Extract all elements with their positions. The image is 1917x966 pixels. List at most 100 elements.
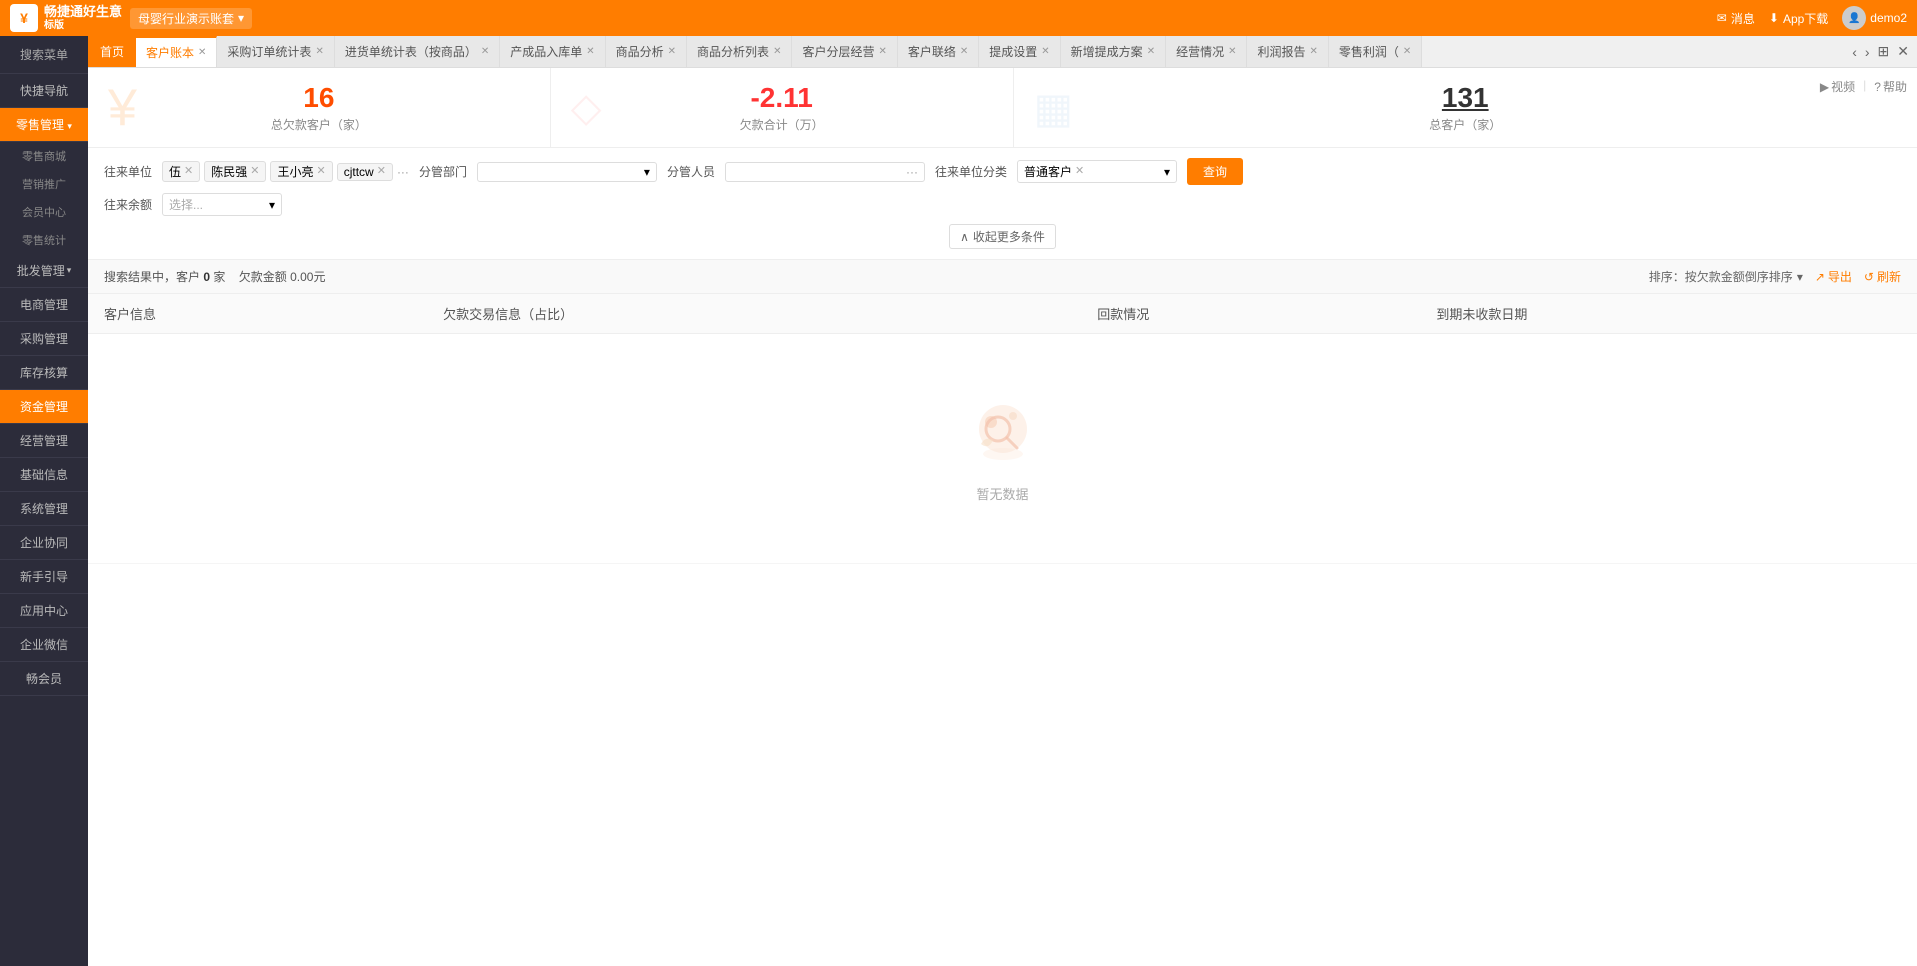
- tab-close-new-promo-plan[interactable]: ✕: [1147, 46, 1155, 57]
- tab-product-analysis-list[interactable]: 商品分析列表 ✕: [687, 36, 792, 68]
- remove-tag-unit2[interactable]: ✕: [250, 166, 259, 177]
- sidebar-item-purchase-mgmt[interactable]: 采购管理: [0, 322, 88, 356]
- tab-close-retail-profit[interactable]: ✕: [1403, 46, 1411, 57]
- sidebar-item-system-mgmt[interactable]: 系统管理: [0, 492, 88, 526]
- chevron-down-icon: ▾: [238, 11, 244, 25]
- sidebar-item-enterprise-collab[interactable]: 企业协同: [0, 526, 88, 560]
- filter-more-units[interactable]: ···: [397, 165, 409, 179]
- sort-label: 排序：按欠款金额倒序排序: [1649, 268, 1793, 285]
- tab-close-customer-account[interactable]: ✕: [198, 47, 206, 58]
- remove-tag-unit1[interactable]: ✕: [184, 166, 193, 177]
- remove-tag-unit4[interactable]: ✕: [377, 166, 386, 177]
- export-btn[interactable]: ↗ 导出: [1815, 268, 1852, 285]
- tab-new-promo-plan[interactable]: 新增提成方案 ✕: [1061, 36, 1166, 68]
- app-download-btn[interactable]: ⬇ App下载: [1769, 10, 1828, 27]
- person-filter-dots[interactable]: ···: [906, 165, 918, 179]
- query-button[interactable]: 查询: [1187, 158, 1243, 185]
- sidebar-item-retail-mgmt[interactable]: 零售管理 ▾: [0, 108, 88, 142]
- results-actions: 排序：按欠款金额倒序排序 ▾ ↗ 导出 ↺ 刷新: [1649, 268, 1901, 285]
- balance-filter-select[interactable]: 选择... ▾: [162, 193, 282, 216]
- tab-promotion-settings[interactable]: 提成设置 ✕: [979, 36, 1060, 68]
- tab-close-product-inbound[interactable]: ✕: [586, 46, 594, 57]
- person-filter-select[interactable]: ···: [725, 162, 925, 182]
- sidebar-item-wholesale-mgmt[interactable]: 批发管理 ▾: [0, 254, 88, 288]
- tab-retail-profit[interactable]: 零售利润（ ✕: [1329, 36, 1422, 68]
- sidebar-item-basic-info[interactable]: 基础信息: [0, 458, 88, 492]
- filter-tag-unit4[interactable]: cjttcw ✕: [337, 163, 393, 181]
- tab-product-inbound[interactable]: 产成品入库单 ✕: [500, 36, 605, 68]
- remove-tag-unit3[interactable]: ✕: [317, 166, 326, 177]
- sidebar-item-member-center[interactable]: 会员中心: [0, 198, 88, 226]
- sidebar-item-enterprise-wechat[interactable]: 企业微信: [0, 628, 88, 662]
- tab-close-profit-report[interactable]: ✕: [1310, 46, 1318, 57]
- tab-close-all-btn[interactable]: ✕: [1895, 41, 1911, 62]
- sidebar-item-marketing[interactable]: 营销推广: [0, 170, 88, 198]
- tab-close-customer-segment[interactable]: ✕: [878, 46, 886, 57]
- sidebar-item-new-guide[interactable]: 新手引导: [0, 560, 88, 594]
- top-bar: ¥ 畅捷通好生意 标版 母婴行业演示账套 ▾ ✉ 消息 ⬇ App下载 👤 de…: [0, 0, 1917, 36]
- sidebar-item-app-center[interactable]: 应用中心: [0, 594, 88, 628]
- message-btn[interactable]: ✉ 消息: [1717, 10, 1755, 27]
- refresh-btn[interactable]: ↺ 刷新: [1864, 268, 1901, 285]
- dept-filter-select[interactable]: ▾: [477, 162, 657, 182]
- filter-tag-unit1[interactable]: 伍 ✕: [162, 161, 200, 182]
- person-filter-label: 分管人员: [667, 163, 715, 180]
- tab-bar: 首页 客户账本 ✕ 采购订单统计表 ✕ 进货单统计表（按商品） ✕ 产成品入库单…: [88, 36, 1917, 68]
- table-header: 客户信息 欠款交易信息（占比） 回款情况 到期未收款日期: [88, 294, 1917, 334]
- help-icon: ?: [1874, 80, 1881, 94]
- sidebar-item-ops-mgmt[interactable]: 经营管理: [0, 424, 88, 458]
- sidebar-item-ecommerce-mgmt[interactable]: 电商管理: [0, 288, 88, 322]
- sidebar-item-search-menu[interactable]: 搜索菜单: [0, 36, 88, 74]
- tab-product-analysis[interactable]: 商品分析 ✕: [606, 36, 687, 68]
- filter-tag-unit2[interactable]: 陈民强 ✕: [204, 161, 266, 182]
- filter-tag-class1[interactable]: 普通客户 ✕: [1024, 163, 1084, 180]
- sidebar-item-finance-mgmt[interactable]: 资金管理: [0, 390, 88, 424]
- content-area: 首页 客户账本 ✕ 采购订单统计表 ✕ 进货单统计表（按商品） ✕ 产成品入库单…: [88, 36, 1917, 966]
- tab-scroll-right-btn[interactable]: ›: [1863, 42, 1872, 62]
- tab-close-product-analysis-list[interactable]: ✕: [773, 46, 781, 57]
- logo-area: ¥ 畅捷通好生意 标版: [10, 4, 122, 32]
- logo-icon: ¥: [10, 4, 38, 32]
- stat-right-actions: ▶ 视频 | ? 帮助: [1820, 78, 1907, 95]
- unit-class-filter-select[interactable]: 普通客户 ✕ ▾: [1017, 160, 1177, 183]
- overdue-customers-value: 16: [303, 82, 334, 114]
- help-btn[interactable]: ? 帮助: [1874, 78, 1907, 95]
- tab-customer-segment[interactable]: 客户分层经营 ✕: [792, 36, 897, 68]
- collapse-filters-btn[interactable]: ∧ 收起更多条件: [949, 224, 1056, 249]
- sort-select[interactable]: 排序：按欠款金额倒序排序 ▾: [1649, 268, 1803, 285]
- top-bar-right: ✉ 消息 ⬇ App下载 👤 demo2: [1717, 6, 1907, 30]
- tab-close-purchase-order-stats[interactable]: ✕: [315, 46, 323, 57]
- tab-close-product-analysis[interactable]: ✕: [668, 46, 676, 57]
- empty-state-text: 暂无数据: [976, 484, 1028, 503]
- download-icon: ⬇: [1769, 11, 1779, 25]
- unit-filter-tags: 伍 ✕ 陈民强 ✕ 王小亮 ✕ cjttcw ✕: [162, 161, 409, 182]
- tab-purchase-order-stats[interactable]: 采购订单统计表 ✕: [217, 36, 334, 68]
- video-btn[interactable]: ▶ 视频: [1820, 78, 1855, 95]
- sidebar-item-retail-stats[interactable]: 零售统计: [0, 226, 88, 254]
- filter-row-units: 往来单位 伍 ✕ 陈民强 ✕ 王小亮 ✕: [104, 158, 1901, 185]
- tab-close-promotion-settings[interactable]: ✕: [1041, 46, 1049, 57]
- remove-tag-class1[interactable]: ✕: [1075, 166, 1084, 177]
- filter-tag-unit3[interactable]: 王小亮 ✕: [270, 161, 332, 182]
- tab-close-customer-contact[interactable]: ✕: [960, 46, 968, 57]
- tab-profit-report[interactable]: 利润报告 ✕: [1247, 36, 1328, 68]
- stat-overdue-customers: ¥ 16 总欠款客户（家）: [88, 68, 551, 147]
- tab-scroll-left-btn[interactable]: ‹: [1850, 42, 1859, 62]
- user-avatar-area[interactable]: 👤 demo2: [1842, 6, 1907, 30]
- tab-close-inbound-stats-product[interactable]: ✕: [481, 46, 489, 57]
- tab-customer-contact[interactable]: 客户联络 ✕: [898, 36, 979, 68]
- sidebar-item-quick-nav[interactable]: 快捷导航: [0, 74, 88, 108]
- sidebar-item-vip-member[interactable]: 畅会员: [0, 662, 88, 696]
- tab-customer-account[interactable]: 客户账本 ✕: [136, 36, 217, 68]
- tab-close-operations-status[interactable]: ✕: [1228, 46, 1236, 57]
- tab-operations-status[interactable]: 经营情况 ✕: [1166, 36, 1247, 68]
- sidebar-item-inventory-check[interactable]: 库存核算: [0, 356, 88, 390]
- overdue-customers-label: 总欠款客户（家）: [271, 116, 367, 133]
- tab-inbound-stats-product[interactable]: 进货单统计表（按商品） ✕: [335, 36, 500, 68]
- total-customers-label: 总客户（家）: [1429, 116, 1501, 133]
- tab-expand-btn[interactable]: ⊞: [1876, 41, 1892, 62]
- workspace-dropdown[interactable]: 母婴行业演示账套 ▾: [130, 8, 252, 29]
- tab-home[interactable]: 首页: [88, 36, 136, 68]
- dept-filter-label: 分管部门: [419, 163, 467, 180]
- sidebar-item-retail-mall[interactable]: 零售商城: [0, 142, 88, 170]
